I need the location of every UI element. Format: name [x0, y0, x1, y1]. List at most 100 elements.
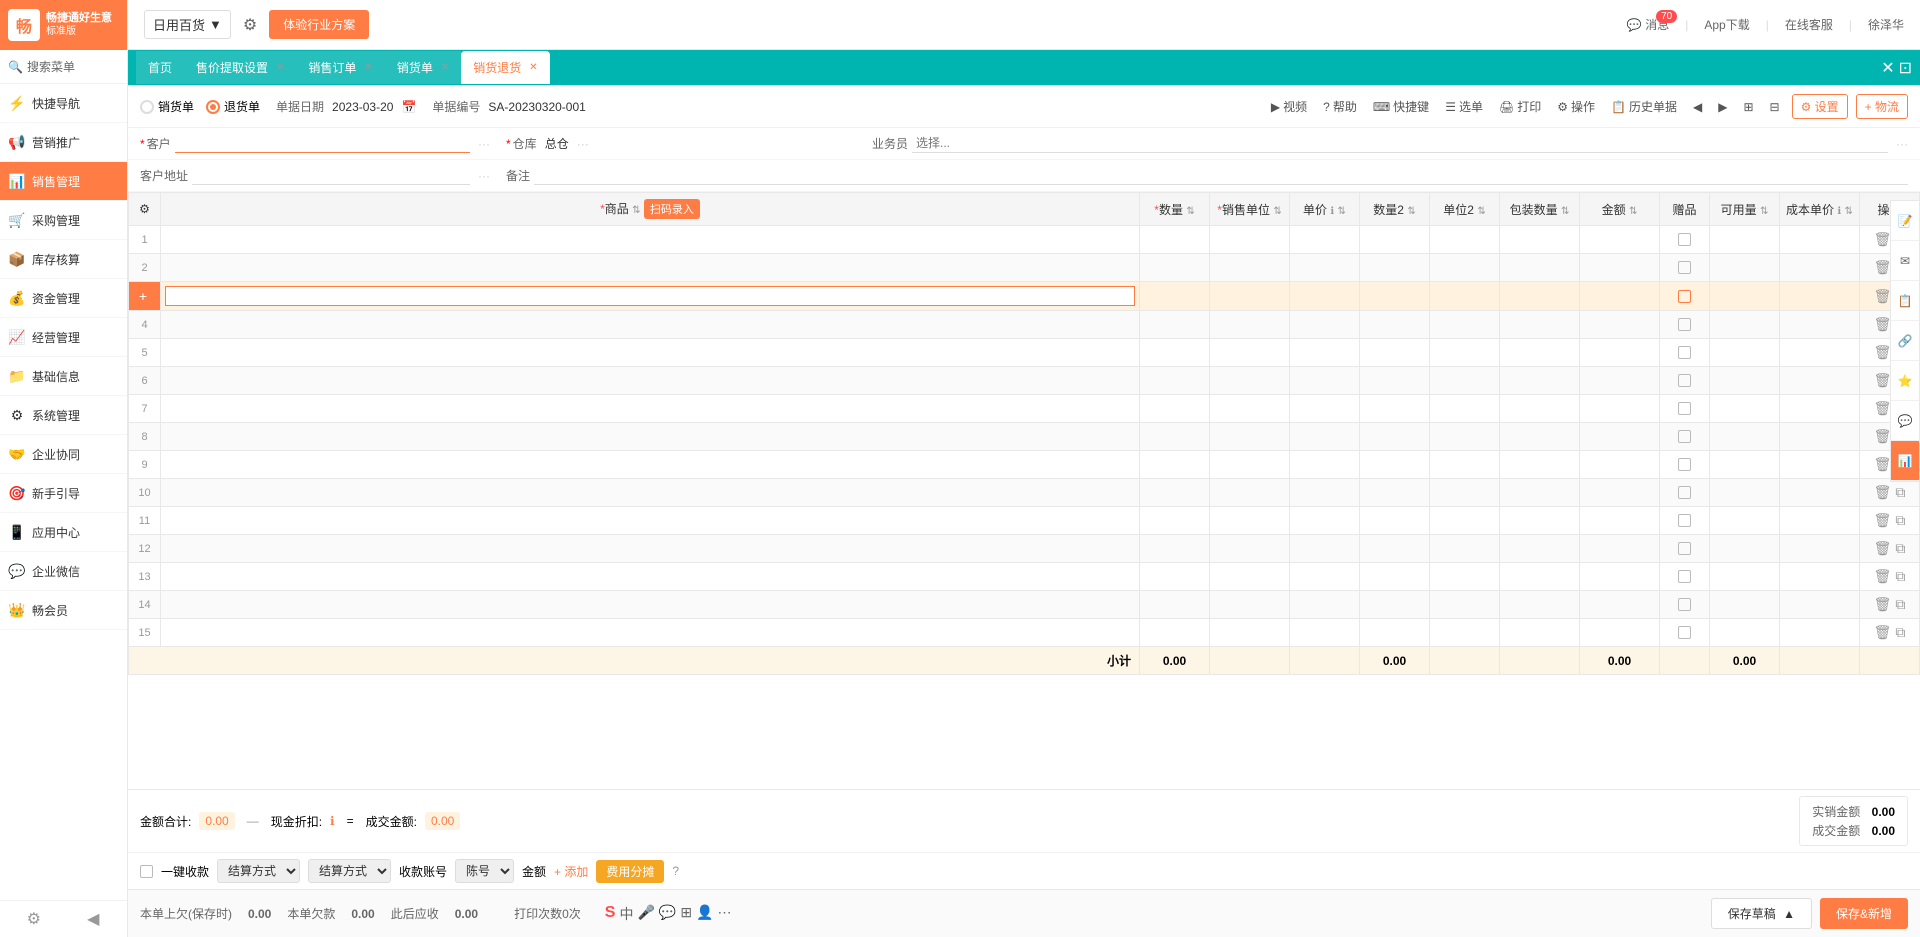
select-btn[interactable]: ☰ 选单 — [1441, 96, 1487, 117]
help-btn[interactable]: ? 帮助 — [1319, 96, 1361, 117]
sidebar-item-quicknav[interactable]: ⚡ 快捷导航 — [0, 84, 127, 123]
avail-cell-3[interactable] — [1710, 282, 1780, 311]
gift-cb-14[interactable] — [1678, 598, 1691, 611]
side-action-2[interactable]: ✉ — [1891, 241, 1919, 281]
unit-cell-1[interactable] — [1210, 226, 1290, 254]
gift-cell-3[interactable] — [1660, 282, 1710, 311]
del-14[interactable]: 🗑 — [1874, 596, 1892, 613]
del-6[interactable]: 🗑 — [1874, 372, 1892, 389]
amount-cell-3[interactable] — [1580, 282, 1660, 311]
sidebar-item-sales[interactable]: 📊 销售管理 — [0, 162, 127, 201]
sidebar-search[interactable]: 🔍 搜索菜单 — [0, 50, 127, 84]
unit2-cell-1[interactable] — [1430, 226, 1500, 254]
shortcut-btn[interactable]: ⌨ 快捷键 — [1369, 96, 1433, 117]
next-btn[interactable]: ▶ — [1714, 98, 1731, 116]
message-badge[interactable]: 💬 消息 70 — [1627, 16, 1669, 33]
gift-cb-15[interactable] — [1678, 626, 1691, 639]
product-cell-1[interactable] — [161, 226, 1140, 254]
del-15[interactable]: 🗑 — [1874, 624, 1892, 641]
payment-help-icon[interactable]: ? — [672, 864, 679, 878]
sidebar-item-basic[interactable]: 📁 基础信息 — [0, 357, 127, 396]
add-logistics-btn[interactable]: + 物流 — [1856, 94, 1908, 119]
side-action-3[interactable]: 📋 — [1891, 281, 1919, 321]
print-btn[interactable]: 🖨 打印 — [1495, 96, 1545, 117]
gift-cb-11[interactable] — [1678, 514, 1691, 527]
note-input[interactable] — [534, 166, 1908, 185]
address-dots[interactable]: ··· — [478, 169, 490, 183]
gift-cb-12[interactable] — [1678, 542, 1691, 555]
cp-12[interactable]: ⧉ — [1895, 540, 1905, 557]
unit2-cell-2[interactable] — [1430, 254, 1500, 282]
qty2-cell-2[interactable] — [1360, 254, 1430, 282]
account-select[interactable]: 陈号 — [455, 859, 514, 883]
sidebar-item-guide[interactable]: 🎯 新手引导 — [0, 474, 127, 513]
del-11[interactable]: 🗑 — [1874, 512, 1892, 529]
del-8[interactable]: 🗑 — [1874, 428, 1892, 445]
unit2-cell-3[interactable] — [1430, 282, 1500, 311]
add-row-cell[interactable]: + — [129, 282, 161, 311]
customer-dots[interactable]: ··· — [478, 137, 490, 151]
sidebar-item-cooperation[interactable]: 🤝 企业协同 — [0, 435, 127, 474]
radio-return[interactable]: 退货单 — [206, 98, 260, 115]
cost-cell-3[interactable] — [1780, 282, 1860, 311]
save-draft-btn[interactable]: 保存草稿 ▲ — [1711, 898, 1812, 929]
sidebar-collapse-btn[interactable]: ◀ — [68, 909, 120, 929]
price-cell-1[interactable] — [1290, 226, 1360, 254]
gift-checkbox-2[interactable] — [1678, 261, 1691, 274]
gift-cb-9[interactable] — [1678, 458, 1691, 471]
fee-split-btn[interactable]: 费用分摊 — [596, 860, 664, 883]
gift-cb-7[interactable] — [1678, 402, 1691, 415]
sidebar-item-wechat[interactable]: 💬 企业微信 — [0, 552, 127, 591]
side-action-5[interactable]: ⭐ — [1891, 361, 1919, 401]
delete-btn-1[interactable]: 🗑 — [1874, 231, 1892, 248]
product-cell-3[interactable] — [161, 282, 1140, 311]
gift-cb-13[interactable] — [1678, 570, 1691, 583]
price-cell-2[interactable] — [1290, 254, 1360, 282]
header-settings-icon[interactable]: ⚙ — [243, 15, 257, 35]
gift-checkbox-3[interactable] — [1678, 290, 1691, 303]
avail-cell-2[interactable] — [1710, 254, 1780, 282]
tab-sales-order[interactable]: 销售订单 ✕ — [296, 51, 384, 84]
calc-select[interactable]: 结算方式 — [308, 859, 391, 883]
save-new-btn[interactable]: 保存&新增 — [1820, 898, 1908, 929]
th-settings[interactable]: ⚙ — [129, 193, 161, 226]
add-row-btn[interactable]: + — [133, 286, 153, 306]
unit-cell-2[interactable] — [1210, 254, 1290, 282]
trial-button[interactable]: 体验行业方案 — [269, 10, 369, 39]
sidebar-settings-btn[interactable]: ⚙ — [8, 909, 60, 929]
calendar-icon[interactable]: 📅 — [401, 100, 416, 114]
del-9[interactable]: 🗑 — [1874, 456, 1892, 473]
qty-cell-3[interactable] — [1140, 282, 1210, 311]
pack-cell-1[interactable] — [1500, 226, 1580, 254]
sidebar-item-member[interactable]: 👑 畅会员 — [0, 591, 127, 630]
side-action-6[interactable]: 💬 — [1891, 401, 1919, 441]
qty2-cell-3[interactable] — [1360, 282, 1430, 311]
gift-checkbox-1[interactable] — [1678, 233, 1691, 246]
app-download-link[interactable]: App下载 — [1704, 16, 1749, 33]
gift-cb-8[interactable] — [1678, 430, 1691, 443]
side-action-4[interactable]: 🔗 — [1891, 321, 1919, 361]
cp-11[interactable]: ⧉ — [1895, 512, 1905, 529]
amount-cell-2[interactable] — [1580, 254, 1660, 282]
tab-close-sales-order[interactable]: ✕ — [364, 62, 372, 73]
add-payment-btn[interactable]: + 添加 — [554, 863, 588, 880]
warehouse-dots[interactable]: ··· — [577, 137, 589, 151]
product-cell-2[interactable] — [161, 254, 1140, 282]
video-btn[interactable]: ▶ 视频 — [1267, 96, 1311, 117]
breadcrumb-select[interactable]: 日用百货 ▼ — [144, 10, 231, 39]
view2-btn[interactable]: ⊟ — [1766, 98, 1784, 116]
save-draft-dropdown-icon[interactable]: ▲ — [1783, 907, 1795, 921]
tab-home[interactable]: 首页 — [136, 51, 184, 84]
avail-cell-1[interactable] — [1710, 226, 1780, 254]
del-12[interactable]: 🗑 — [1874, 540, 1892, 557]
cp-14[interactable]: ⧉ — [1895, 596, 1905, 613]
del-5[interactable]: 🗑 — [1874, 344, 1892, 361]
gift-cb-6[interactable] — [1678, 374, 1691, 387]
side-action-1[interactable]: 📝 — [1891, 201, 1919, 241]
history-btn[interactable]: 📋 历史单据 — [1607, 96, 1681, 117]
one-key-checkbox[interactable] — [140, 865, 153, 878]
view1-btn[interactable]: ⊞ — [1739, 98, 1757, 116]
cost-cell-1[interactable] — [1780, 226, 1860, 254]
tab-close-sales-return[interactable]: ✕ — [529, 62, 537, 73]
gift-cell-2[interactable] — [1660, 254, 1710, 282]
